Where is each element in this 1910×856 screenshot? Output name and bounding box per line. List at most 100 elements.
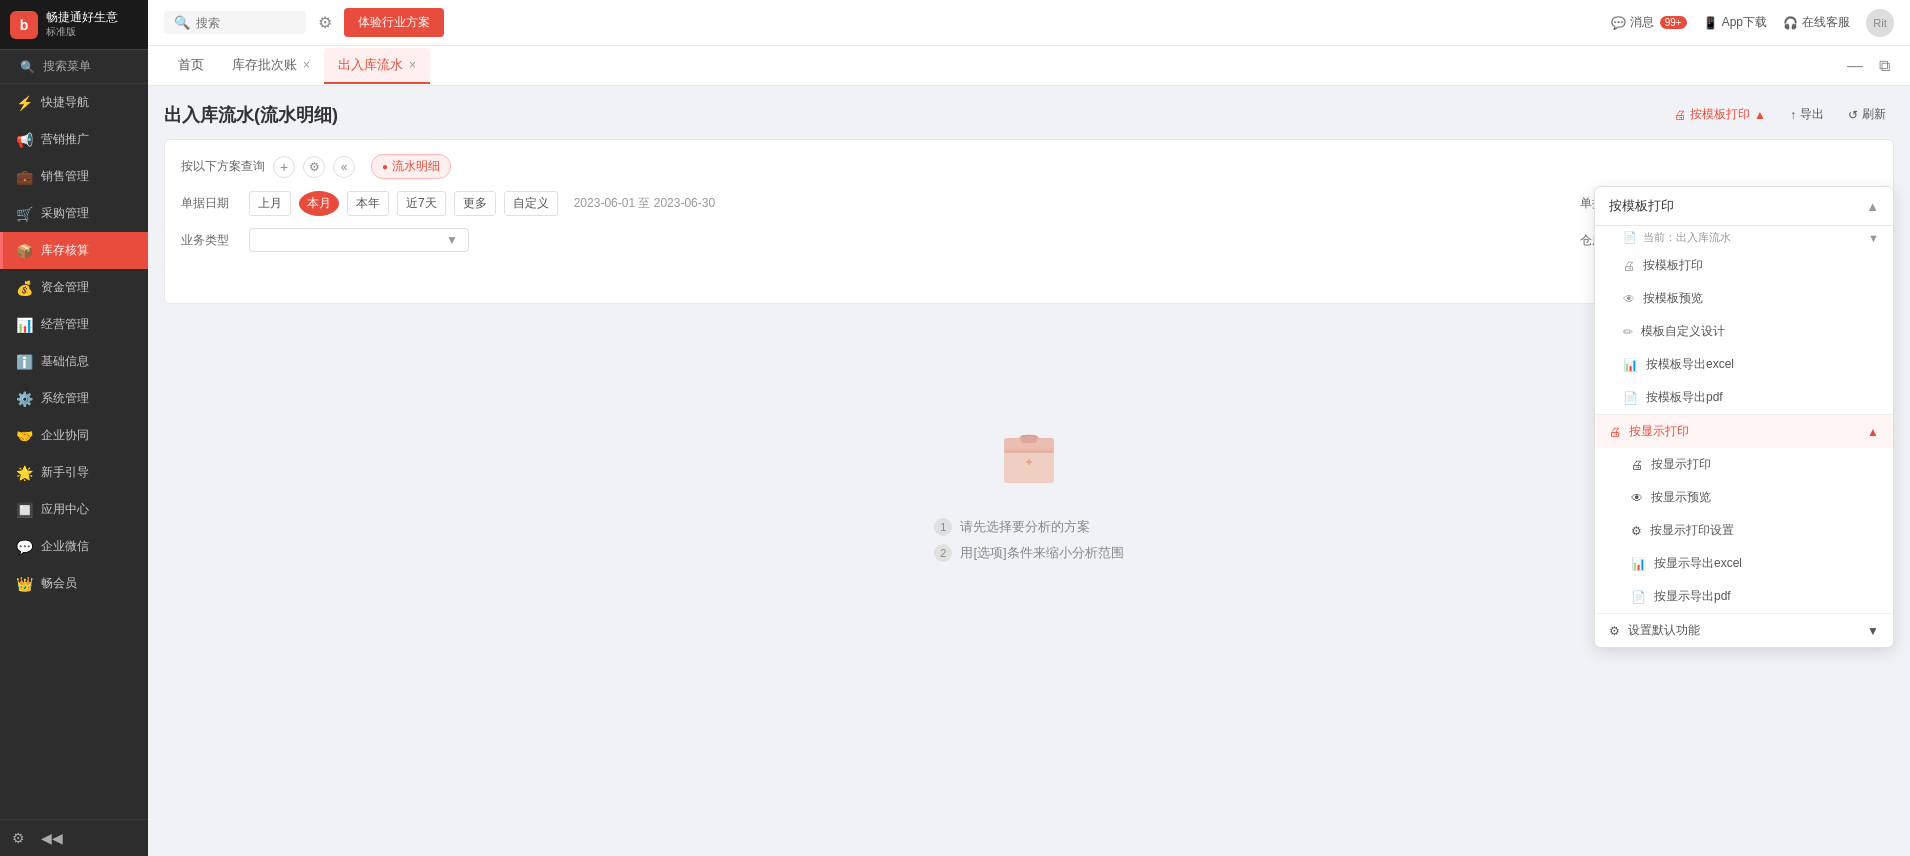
- sidebar-item-quick-nav[interactable]: ⚡ 快捷导航: [0, 84, 148, 121]
- empty-steps-list: 1 请先选择要分析的方案 2 用[选项]条件来缩小分析范围: [934, 518, 1123, 570]
- message-label: 消息: [1630, 14, 1654, 31]
- filter-add-button[interactable]: +: [273, 156, 295, 178]
- header-gear-icon[interactable]: ⚙: [318, 13, 332, 32]
- export-button[interactable]: ↑ 导出: [1782, 102, 1832, 127]
- user-avatar[interactable]: Rit: [1866, 9, 1894, 37]
- sidebar-item-purchase[interactable]: 🛒 采购管理: [0, 195, 148, 232]
- template-preview-label: 按模板预览: [1643, 290, 1703, 307]
- main-area: 🔍 ⚙ 体验行业方案 💬 消息 99+ 📱 App下载 🎧 在线客服 Rit: [148, 0, 1910, 856]
- filter-row-top: 按以下方案查询 + ⚙ « ● 流水明细: [181, 154, 1877, 179]
- biz-type-select[interactable]: ▼: [249, 228, 469, 252]
- nav-label-cooperation: 企业协同: [41, 427, 89, 444]
- sidebar-item-cooperation[interactable]: 🤝 企业协同: [0, 417, 148, 454]
- date-btn-custom[interactable]: 自定义: [504, 191, 558, 216]
- app-download-action[interactable]: 📱 App下载: [1703, 14, 1767, 31]
- sidebar-nav: ⚡ 快捷导航 📢 营销推广 💼 销售管理 🛒 采购管理 📦 库存核算 💰 资金管…: [0, 84, 148, 819]
- nav-icon-base: ℹ️: [15, 354, 33, 370]
- message-action[interactable]: 💬 消息 99+: [1611, 14, 1687, 31]
- header-search-icon: 🔍: [174, 15, 190, 30]
- sidebar-search[interactable]: 🔍 搜索菜单: [0, 50, 148, 84]
- dropdown-template-pdf[interactable]: 📄 按模板导出pdf: [1595, 381, 1893, 414]
- nav-icon-inventory: 📦: [15, 243, 33, 259]
- dropdown-footer[interactable]: ⚙ 设置默认功能 ▼: [1595, 614, 1893, 647]
- filter-by-label: 按以下方案查询: [181, 158, 265, 175]
- customer-service-action[interactable]: 🎧 在线客服: [1783, 14, 1850, 31]
- sidebar-item-marketing[interactable]: 📢 营销推广: [0, 121, 148, 158]
- header-search-box[interactable]: 🔍: [164, 11, 306, 34]
- tab-home[interactable]: 首页: [164, 48, 218, 84]
- dropdown-display-excel[interactable]: 📊 按显示导出excel: [1595, 547, 1893, 580]
- nav-icon-marketing: 📢: [15, 132, 33, 148]
- sidebar-item-base-info[interactable]: ℹ️ 基础信息: [0, 343, 148, 380]
- dropdown-collapse-icon[interactable]: ▲: [1866, 199, 1879, 214]
- display-settings-icon: ⚙: [1631, 524, 1642, 538]
- dropdown-template-preview[interactable]: 👁 按模板预览: [1595, 282, 1893, 315]
- display-excel-label: 按显示导出excel: [1654, 555, 1742, 572]
- logo-area: b 畅捷通好生意 标准版: [0, 0, 148, 50]
- sidebar-item-finance[interactable]: 💰 资金管理: [0, 269, 148, 306]
- current-chevron[interactable]: ▼: [1868, 232, 1879, 244]
- sidebar-item-operations[interactable]: 📊 经营管理: [0, 306, 148, 343]
- date-btn-7days[interactable]: 近7天: [397, 191, 446, 216]
- dropdown-display-print[interactable]: 🖨 按显示打印: [1595, 448, 1893, 481]
- maximize-button[interactable]: ⧉: [1875, 53, 1894, 79]
- date-btn-last-month[interactable]: 上月: [249, 191, 291, 216]
- display-print-group[interactable]: 🖨 按显示打印 ▲: [1595, 415, 1893, 448]
- step-num-1: 1: [934, 518, 952, 536]
- date-range-display: 2023-06-01 至 2023-06-30: [574, 195, 715, 212]
- brand-name: 畅捷通好生意: [46, 10, 118, 26]
- settings-icon[interactable]: ⚙: [12, 830, 25, 846]
- industry-solution-button[interactable]: 体验行业方案: [344, 8, 444, 37]
- sidebar-item-sales[interactable]: 💼 销售管理: [0, 158, 148, 195]
- dropdown-template-excel[interactable]: 📊 按模板导出excel: [1595, 348, 1893, 381]
- tab-batch-account-close[interactable]: ×: [303, 58, 310, 72]
- dropdown-display-pdf[interactable]: 📄 按显示导出pdf: [1595, 580, 1893, 613]
- filter-setting-button[interactable]: ⚙: [303, 156, 325, 178]
- minimize-button[interactable]: —: [1843, 53, 1867, 79]
- template-excel-label: 按模板导出excel: [1646, 356, 1734, 373]
- dropdown-display-preview[interactable]: 👁 按显示预览: [1595, 481, 1893, 514]
- page-content: 出入库流水(流水明细) 🖨 按模板打印 ▲ ↑ 导出 ↺ 刷新: [148, 86, 1910, 856]
- date-btn-this-year[interactable]: 本年: [347, 191, 389, 216]
- dropdown-template-custom[interactable]: ✏ 模板自定义设计: [1595, 315, 1893, 348]
- message-icon: 💬: [1611, 16, 1626, 30]
- sidebar-item-app-center[interactable]: 🔲 应用中心: [0, 491, 148, 528]
- sidebar-item-inventory[interactable]: 📦 库存核算: [0, 232, 148, 269]
- sidebar-footer: ⚙ ◀◀: [0, 819, 148, 856]
- collapse-sidebar-icon[interactable]: ◀◀: [41, 830, 63, 846]
- refresh-label: 刷新: [1862, 106, 1886, 123]
- print-icon: 🖨: [1674, 108, 1686, 122]
- dropdown-template-print[interactable]: 🖨 按模板打印: [1595, 249, 1893, 282]
- refresh-button[interactable]: ↺ 刷新: [1840, 102, 1894, 127]
- sidebar-item-system[interactable]: ⚙️ 系统管理: [0, 380, 148, 417]
- preview-item-icon: 👁: [1623, 292, 1635, 306]
- date-btn-more[interactable]: 更多: [454, 191, 496, 216]
- tab-batch-account[interactable]: 库存批次账 ×: [218, 48, 324, 84]
- print-label: 按模板打印: [1690, 106, 1750, 123]
- step-num-2: 2: [934, 544, 952, 562]
- logo-icon: b: [10, 11, 38, 39]
- nav-label-marketing: 营销推广: [41, 131, 89, 148]
- display-print-label: 按显示打印: [1651, 456, 1711, 473]
- nav-icon-finance: 💰: [15, 280, 33, 296]
- sidebar-item-guide[interactable]: 🌟 新手引导: [0, 454, 148, 491]
- display-pdf-icon: 📄: [1631, 590, 1646, 604]
- dropdown-display-print-settings[interactable]: ⚙ 按显示打印设置: [1595, 514, 1893, 547]
- active-filter-tag[interactable]: ● 流水明细: [371, 154, 451, 179]
- custom-item-icon: ✏: [1623, 325, 1633, 339]
- sidebar-item-member[interactable]: 👑 畅会员: [0, 565, 148, 602]
- filter-tag-icon: ●: [382, 161, 388, 172]
- sidebar-item-wechat[interactable]: 💬 企业微信: [0, 528, 148, 565]
- brand-badge: 标准版: [46, 25, 118, 39]
- display-group-collapse-icon[interactable]: ▲: [1867, 425, 1879, 439]
- print-template-button[interactable]: 🖨 按模板打印 ▲: [1666, 102, 1774, 127]
- nav-label-system: 系统管理: [41, 390, 89, 407]
- tab-flow[interactable]: 出入库流水 ×: [324, 48, 430, 84]
- filter-collapse-arrow[interactable]: «: [333, 156, 355, 178]
- nav-icon-quick: ⚡: [15, 95, 33, 111]
- print-dropdown-panel: 按模板打印 ▲ 📄 当前：出入库流水 ▼ 🖨 按模板打印 👁 按模板预览: [1594, 186, 1894, 648]
- date-btn-this-month[interactable]: 本月: [299, 191, 339, 216]
- tab-flow-close[interactable]: ×: [409, 58, 416, 72]
- header-search-input[interactable]: [196, 16, 296, 30]
- display-print-section: 🖨 按显示打印 👁 按显示预览 ⚙ 按显示打印设置 📊 按显示导出excel 📄: [1595, 448, 1893, 614]
